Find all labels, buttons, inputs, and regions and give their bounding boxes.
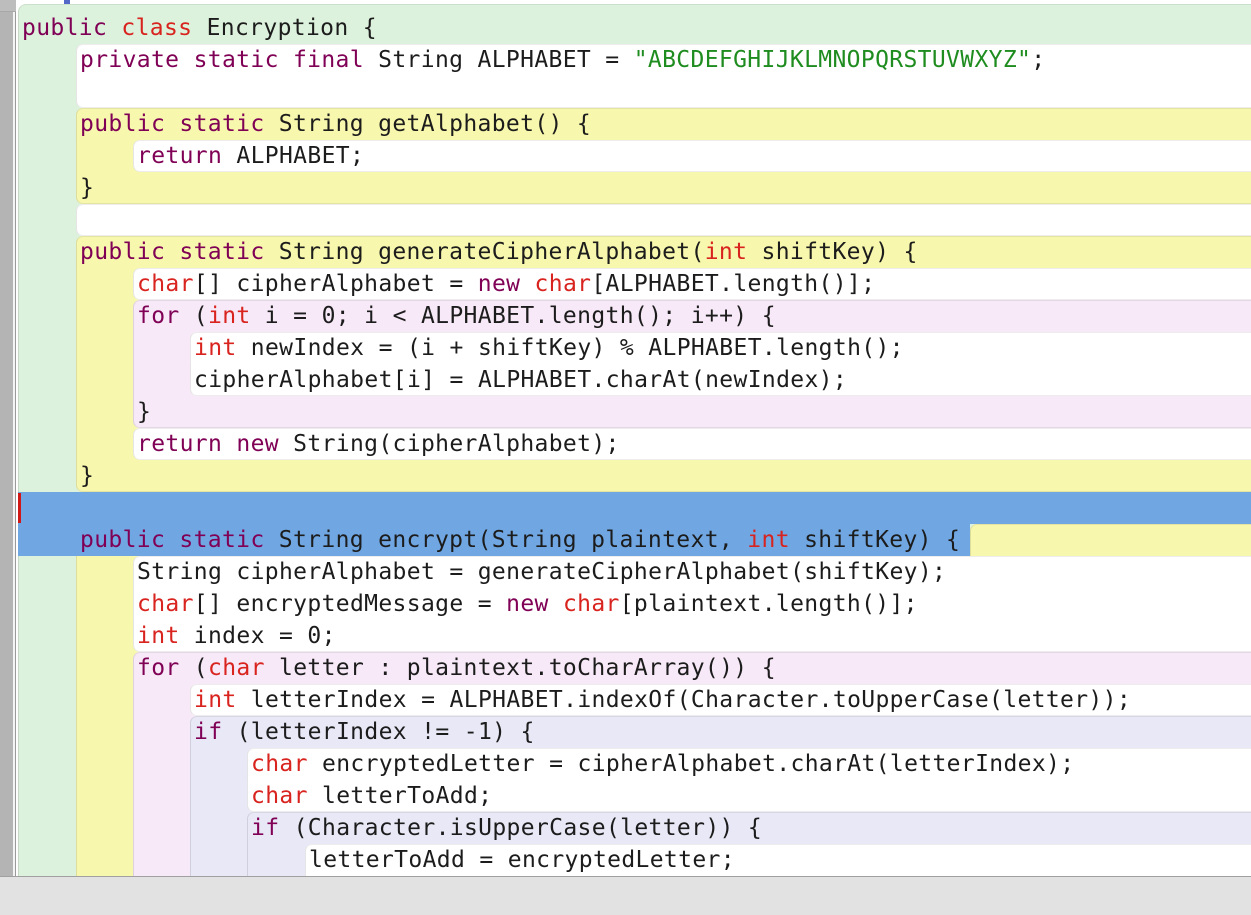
code-line[interactable]: return ALPHABET;	[16, 140, 1251, 172]
code-line[interactable]: String cipherAlphabet = generateCipherAl…	[16, 556, 1251, 588]
code-line[interactable]: int newIndex = (i + shiftKey) % ALPHABET…	[16, 332, 1251, 364]
code-text: public class Encryption {	[22, 15, 377, 41]
code-text: char[] encryptedMessage = new char[plain…	[137, 591, 918, 617]
scope-highlight-loop	[133, 396, 1251, 428]
code-line[interactable]: }	[16, 396, 1251, 428]
code-line[interactable]: int index = 0;	[16, 620, 1251, 652]
code-text: }	[80, 463, 95, 489]
cursor-position-marker	[64, 0, 70, 4]
code-line[interactable]: return new String(cipherAlphabet);	[16, 428, 1251, 460]
code-line[interactable]: char[] encryptedMessage = new char[plain…	[16, 588, 1251, 620]
code-line[interactable]	[16, 76, 1251, 108]
scope-highlight-box	[76, 204, 1251, 236]
code-text: int index = 0;	[137, 623, 336, 649]
code-line[interactable]: int letterIndex = ALPHABET.indexOf(Chara…	[16, 684, 1251, 716]
breakpoint-gutter[interactable]	[0, 0, 16, 915]
scope-highlight-method	[970, 524, 1251, 556]
code-text: cipherAlphabet[i] = ALPHABET.charAt(newI…	[194, 367, 848, 393]
code-editor[interactable]: public class Encryption { private static …	[16, 0, 1251, 876]
code-text: for (char letter : plaintext.toCharArray…	[137, 655, 776, 681]
code-text: for (int i = 0; i < ALPHABET.length(); i…	[137, 303, 776, 329]
code-line[interactable]: for (char letter : plaintext.toCharArray…	[16, 652, 1251, 684]
code-line[interactable]: public class Encryption {	[16, 12, 1251, 44]
code-line[interactable]: char letterToAdd;	[16, 780, 1251, 812]
code-text: public static String encrypt(String plai…	[80, 527, 961, 553]
selection-highlight	[18, 492, 1251, 524]
code-line[interactable]: public static String encrypt(String plai…	[16, 524, 1251, 556]
code-text: char encryptedLetter = cipherAlphabet.ch…	[251, 751, 1075, 777]
code-text: if (letterIndex != -1) {	[194, 719, 535, 745]
code-text: char letterToAdd;	[251, 783, 493, 809]
code-line[interactable]: char encryptedLetter = cipherAlphabet.ch…	[16, 748, 1251, 780]
code-text: int newIndex = (i + shiftKey) % ALPHABET…	[194, 335, 904, 361]
code-line[interactable]: char[] cipherAlphabet = new char[ALPHABE…	[16, 268, 1251, 300]
code-line[interactable]: }	[16, 460, 1251, 492]
code-text: }	[80, 175, 95, 201]
status-bar	[0, 876, 1251, 915]
code-line[interactable]: letterToAdd = encryptedLetter;	[16, 844, 1251, 876]
code-text: return new String(cipherAlphabet);	[137, 431, 620, 457]
text-cursor	[18, 493, 21, 523]
scope-highlight-box	[76, 76, 1251, 108]
code-line[interactable]: public static String getAlphabet() {	[16, 108, 1251, 140]
scope-highlight-method	[76, 460, 1251, 492]
code-line[interactable]: }	[16, 172, 1251, 204]
code-line[interactable]: for (int i = 0; i < ALPHABET.length(); i…	[16, 300, 1251, 332]
code-text: String cipherAlphabet = generateCipherAl…	[137, 559, 947, 585]
code-text: int letterIndex = ALPHABET.indexOf(Chara…	[194, 687, 1132, 713]
code-line[interactable]	[16, 204, 1251, 236]
code-line[interactable]: if (Character.isUpperCase(letter)) {	[16, 812, 1251, 844]
code-text: return ALPHABET;	[137, 143, 365, 169]
code-text: letterToAdd = encryptedLetter;	[309, 847, 735, 873]
code-line[interactable]: if (letterIndex != -1) {	[16, 716, 1251, 748]
scope-highlight-method	[76, 172, 1251, 204]
code-text: if (Character.isUpperCase(letter)) {	[251, 815, 763, 841]
code-line[interactable]	[16, 492, 1251, 524]
code-line[interactable]: public static String generateCipherAlpha…	[16, 236, 1251, 268]
code-text: private static final String ALPHABET = "…	[80, 47, 1046, 73]
gutter-corner	[0, 0, 16, 12]
code-line[interactable]: private static final String ALPHABET = "…	[16, 44, 1251, 76]
code-text: public static String getAlphabet() {	[80, 111, 592, 137]
code-line[interactable]: cipherAlphabet[i] = ALPHABET.charAt(newI…	[16, 364, 1251, 396]
code-text: public static String generateCipherAlpha…	[80, 239, 918, 265]
code-text: char[] cipherAlphabet = new char[ALPHABE…	[137, 271, 876, 297]
code-text: }	[137, 399, 152, 425]
